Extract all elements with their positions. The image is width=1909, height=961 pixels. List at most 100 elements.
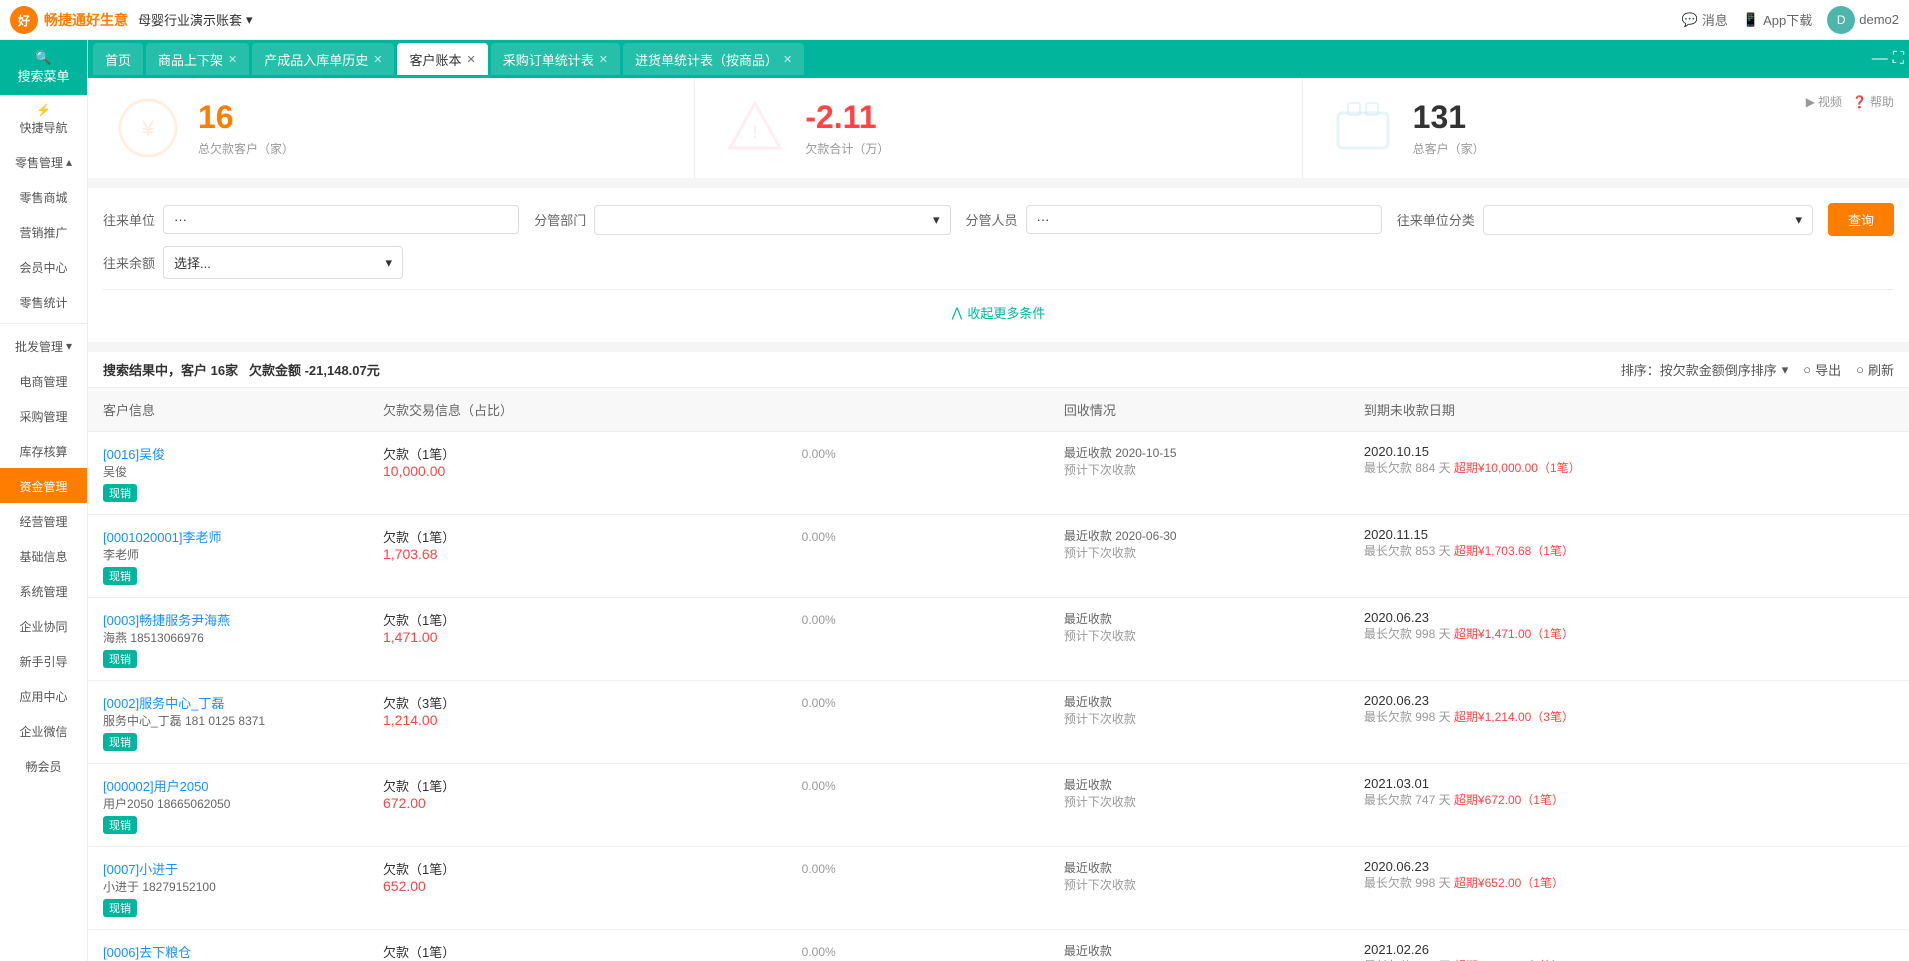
tab-purchase-summary-label: 进货单统计表（按商品）: [635, 50, 778, 69]
sidebar-item-collab[interactable]: 企业协同: [0, 608, 87, 643]
overdue-amount-0[interactable]: 超期¥10,000.00（1笔）: [1454, 461, 1581, 475]
filter-input-balance[interactable]: 选择... ▾: [163, 246, 403, 279]
last-collection-6: 最近收款: [1064, 942, 1334, 959]
svg-text:¥: ¥: [141, 116, 155, 141]
due-date-5: 2020.06.23: [1364, 859, 1894, 874]
tab-minimize-btn[interactable]: —: [1872, 50, 1888, 68]
retail-stats-label: 零售统计: [5, 294, 82, 311]
debt-percent-3: 0.00%: [802, 696, 1034, 710]
sidebar-item-ecommerce[interactable]: 电商管理: [0, 363, 87, 398]
cell-collection-4: 最近收款 预计下次收款: [1049, 764, 1349, 847]
overdue-amount-1[interactable]: 超期¥1,703.68（1笔）: [1454, 544, 1574, 558]
store-selector[interactable]: 母婴行业演示账套 ▾: [138, 10, 253, 29]
tab-production-history-close[interactable]: ✕: [373, 53, 382, 66]
sidebar-item-system[interactable]: 系统管理: [0, 573, 87, 608]
sidebar-item-basic-info[interactable]: 基础信息: [0, 538, 87, 573]
sidebar-divider-1: [0, 323, 87, 324]
debt-percent-1: 0.00%: [802, 530, 1034, 544]
filter-label-person: 分管人员: [966, 210, 1018, 229]
content-area: 首页 商品上下架 ✕ 产成品入库单历史 ✕ 客户账本 ✕ 采购订单统计表 ✕: [88, 40, 1909, 961]
tab-purchase-stats-close[interactable]: ✕: [599, 53, 608, 66]
sidebar-item-finance[interactable]: 资金管理: [0, 468, 87, 503]
sidebar-item-member[interactable]: 会员中心: [0, 249, 87, 284]
th-customer-info: 客户信息: [88, 388, 368, 432]
table-row: [0003]畅捷服务尹海燕 海燕 18513066976 现销 欠款（1笔） 1…: [88, 598, 1909, 681]
tab-bar-actions: — ⛶: [1872, 50, 1904, 68]
sidebar-item-wechat[interactable]: 企业微信: [0, 713, 87, 748]
filter-input-source[interactable]: ···: [163, 205, 519, 234]
th-debt-info: 欠款交易信息（占比）: [368, 388, 1049, 432]
download-action[interactable]: 📱 App下载: [1743, 10, 1812, 29]
tab-home[interactable]: 首页: [93, 43, 143, 75]
tab-maximize-btn[interactable]: ⛶: [1893, 50, 1904, 68]
message-action[interactable]: 💬 消息: [1682, 10, 1728, 29]
customer-name-3[interactable]: [0002]服务中心_丁磊: [103, 693, 353, 712]
table-row: [0006]去下粮仓 陈小希 现销 欠款（1笔） 455.90 0.00% 最近…: [88, 930, 1909, 961]
sidebar-item-operations[interactable]: 经营管理: [0, 503, 87, 538]
export-btn[interactable]: ○ 导出: [1803, 360, 1841, 379]
search-button[interactable]: 查询: [1828, 203, 1894, 236]
cell-customer-6: [0006]去下粮仓 陈小希 现销: [88, 930, 368, 961]
inventory-label: 库存核算: [5, 443, 82, 460]
customer-name-2[interactable]: [0003]畅捷服务尹海燕: [103, 610, 353, 629]
overdue-amount-5[interactable]: 超期¥652.00（1笔）: [1454, 876, 1564, 890]
export-icon: ○: [1803, 362, 1811, 377]
filter-item-person: 分管人员 ···: [966, 205, 1382, 234]
tab-product-listing-close[interactable]: ✕: [228, 53, 237, 66]
video-btn[interactable]: ▶ 视频: [1806, 93, 1842, 110]
quick-nav-icon: ⚡: [5, 103, 82, 117]
overdue-days-6: 最长欠款 750 天 超期¥455.90（1笔）: [1364, 957, 1894, 961]
search-label: 搜索菜单: [8, 66, 79, 85]
tab-purchase-stats[interactable]: 采购订单统计表 ✕: [491, 43, 620, 75]
sidebar-item-member2[interactable]: 畅会员: [0, 748, 87, 783]
guide-label: 新手引导: [5, 653, 82, 670]
customer-name-5[interactable]: [0007]小进于: [103, 859, 353, 878]
sort-selector[interactable]: 排序：按欠款金额倒序排序 ▾: [1621, 360, 1789, 379]
filter-dots-source: ···: [174, 212, 187, 227]
sidebar-item-apps[interactable]: 应用中心: [0, 678, 87, 713]
result-info: 搜索结果中，客户 16家 欠款金额 -21,148.07元: [103, 360, 380, 379]
filter-input-dept[interactable]: ▾: [594, 205, 950, 235]
result-actions: 排序：按欠款金额倒序排序 ▾ ○ 导出 ○ 刷新: [1621, 360, 1894, 379]
overdue-amount-3[interactable]: 超期¥1,214.00（3笔）: [1454, 710, 1574, 724]
wholesale-chevron-icon: ▾: [66, 339, 72, 353]
message-label: 消息: [1702, 10, 1728, 29]
debt-label-3: 欠款（3笔）: [383, 693, 772, 712]
collab-label: 企业协同: [5, 618, 82, 635]
overdue-amount-4[interactable]: 超期¥672.00（1笔）: [1454, 793, 1564, 807]
tab-purchase-summary[interactable]: 进货单统计表（按商品） ✕: [623, 43, 804, 75]
overdue-amount-2[interactable]: 超期¥1,471.00（1笔）: [1454, 627, 1574, 641]
top-bar: 好 畅捷通好生意 母婴行业演示账套 ▾ 💬 消息 📱 App下载 D demo2: [0, 0, 1909, 40]
sidebar-item-quick-nav[interactable]: ⚡ 快捷导航: [0, 95, 87, 144]
customer-phone-3: 服务中心_丁磊 181 0125 8371: [103, 712, 353, 729]
tab-customer-account[interactable]: 客户账本 ✕: [397, 43, 487, 75]
user-action[interactable]: D demo2: [1827, 6, 1899, 34]
tab-customer-account-close[interactable]: ✕: [467, 53, 476, 66]
sidebar-item-retail-mall[interactable]: 零售商城: [0, 179, 87, 214]
collapse-btn[interactable]: ⋀ 收起更多条件: [947, 298, 1051, 327]
sidebar-item-wholesale[interactable]: 批发管理 ▾: [0, 328, 87, 363]
collapse-row: ⋀ 收起更多条件: [103, 289, 1894, 327]
retail-mgmt-label: 零售管理: [15, 154, 63, 171]
tab-product-listing[interactable]: 商品上下架 ✕: [146, 43, 249, 75]
customer-name-0[interactable]: [0016]吴俊: [103, 444, 353, 463]
sidebar-item-purchase[interactable]: 采购管理: [0, 398, 87, 433]
tab-purchase-summary-close[interactable]: ✕: [783, 53, 792, 66]
refresh-btn[interactable]: ○ 刷新: [1856, 360, 1894, 379]
purchase-label: 采购管理: [5, 408, 82, 425]
summary-card-3: 131 总客户（家） ▶ 视频 ❓ 帮助: [1303, 78, 1909, 178]
tab-production-history[interactable]: 产成品入库单历史 ✕: [252, 43, 394, 75]
customer-name-4[interactable]: [000002]用户2050: [103, 776, 353, 795]
filter-input-person[interactable]: ···: [1026, 205, 1382, 234]
sidebar-item-marketing[interactable]: 营销推广: [0, 214, 87, 249]
filter-input-category[interactable]: ▾: [1483, 205, 1813, 235]
customer-name-1[interactable]: [0001020001]李老师: [103, 527, 353, 546]
collapse-label: 收起更多条件: [967, 303, 1045, 322]
sidebar-item-inventory[interactable]: 库存核算: [0, 433, 87, 468]
help-btn[interactable]: ❓ 帮助: [1852, 93, 1894, 110]
sidebar-item-retail-stats[interactable]: 零售统计: [0, 284, 87, 319]
sidebar-search[interactable]: 🔍 搜索菜单: [0, 40, 87, 95]
customer-name-6[interactable]: [0006]去下粮仓: [103, 942, 353, 961]
sidebar-item-retail-mgmt[interactable]: 零售管理 ▴: [0, 144, 87, 179]
sidebar-item-guide[interactable]: 新手引导: [0, 643, 87, 678]
